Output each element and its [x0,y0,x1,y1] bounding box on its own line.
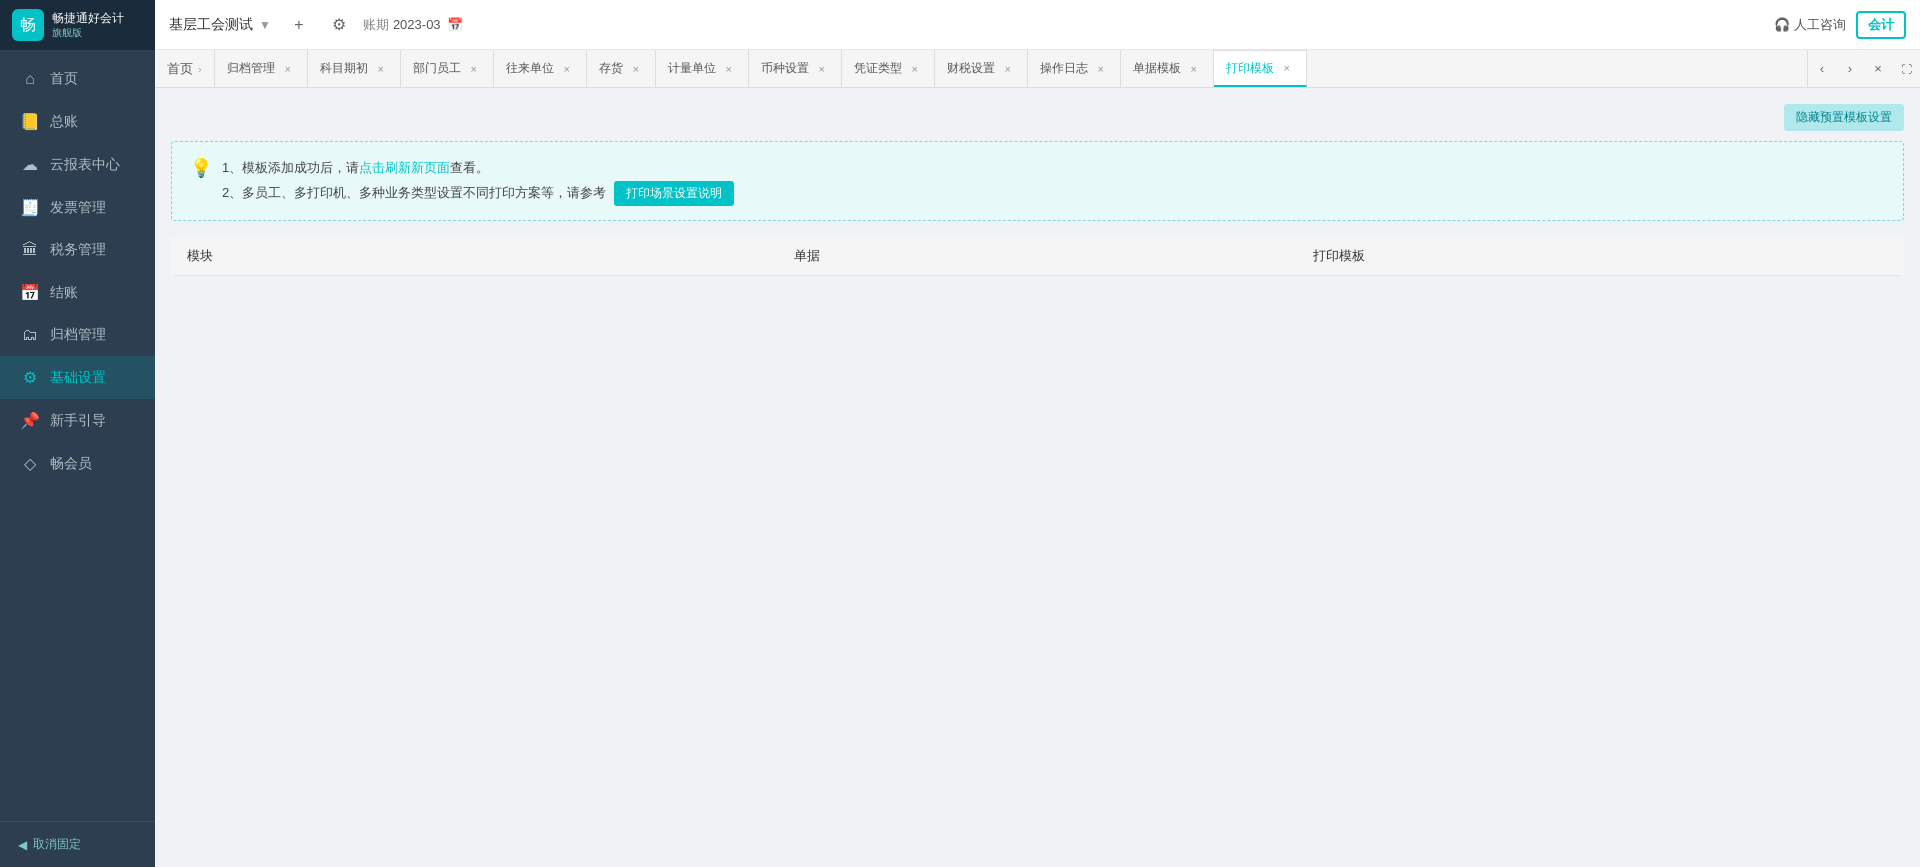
tab-close-all[interactable]: × [1864,50,1892,88]
add-tab-button[interactable]: + [285,11,313,39]
topbar-right: 🎧 人工咨询 会计 [1774,11,1906,39]
tab-inventory-close[interactable]: × [629,62,643,76]
refresh-link[interactable]: 点击刷新新页面 [359,160,450,175]
archive-icon: 🗂 [20,326,40,344]
tab-nav-prev[interactable]: ‹ [1808,50,1836,88]
app-logo-icon: 畅 [12,9,44,41]
tab-operation-log-close[interactable]: × [1094,62,1108,76]
table-header-template: 打印模板 [1297,237,1904,276]
table-header: 模块 单据 打印模板 [171,237,1904,276]
settings-button[interactable]: ⚙ [325,11,353,39]
sidebar-item-closing[interactable]: 📅 结账 [0,271,155,314]
home-icon: ⌂ [20,70,40,88]
closing-icon: 📅 [20,283,40,302]
lightbulb-icon: 💡 [190,157,212,179]
tab-voucher-type[interactable]: 凭证类型 × [842,50,935,87]
hide-template-button[interactable]: 隐藏预置模板设置 [1784,104,1904,131]
hide-template-btn-container: 隐藏预置模板设置 [171,104,1904,131]
period-display: 账期 2023-03 📅 [363,16,463,34]
tab-unit-close[interactable]: × [722,62,736,76]
info-box-text: 1、模板添加成功后，请点击刷新新页面查看。 2、多员工、多打印机、多种业务类型设… [222,156,734,206]
sidebar-item-invoices[interactable]: 🧾 发票管理 [0,186,155,229]
calendar-icon[interactable]: 📅 [447,17,463,32]
tab-inventory[interactable]: 存货 × [587,50,656,87]
tab-partner[interactable]: 往来单位 × [494,50,587,87]
settings-icon: ⚙ [20,368,40,387]
sidebar-unpin-button[interactable]: ◀ 取消固定 [0,821,155,867]
sidebar-nav: ⌂ 首页 📒 总账 ☁ 云报表中心 🧾 发票管理 🏛 税务管理 📅 结账 🗂 归… [0,50,155,821]
ledger-icon: 📒 [20,112,40,131]
cloud-icon: ☁ [20,155,40,174]
info-line-1: 1、模板添加成功后，请点击刷新新页面查看。 [222,156,734,181]
sidebar-item-archive[interactable]: 🗂 归档管理 [0,314,155,356]
sidebar-logo: 畅 畅捷通好会计 旗舰版 [0,0,155,50]
tab-subject[interactable]: 科目期初 × [308,50,401,87]
topbar-actions: + ⚙ [285,11,353,39]
tab-home[interactable]: 首页 › [155,50,215,87]
tab-dept[interactable]: 部门员工 × [401,50,494,87]
tab-voucher-type-close[interactable]: × [908,62,922,76]
table-header-module: 模块 [171,237,778,276]
sidebar-item-settings[interactable]: ⚙ 基础设置 [0,356,155,399]
tab-tax-settings-close[interactable]: × [1001,62,1015,76]
headset-icon: 🎧 [1774,17,1790,32]
tab-single-form-close[interactable]: × [1187,62,1201,76]
sidebar-item-reports[interactable]: ☁ 云报表中心 [0,143,155,186]
tab-currency[interactable]: 币种设置 × [749,50,842,87]
org-name: 基层工会测试 [169,16,253,34]
tab-single-form[interactable]: 单据模板 × [1121,50,1214,87]
info-box: 💡 1、模板添加成功后，请点击刷新新页面查看。 2、多员工、多打印机、多种业务类… [171,141,1904,221]
invoice-icon: 🧾 [20,198,40,217]
tab-unit[interactable]: 计量单位 × [656,50,749,87]
sidebar-item-tax[interactable]: 🏛 税务管理 [0,229,155,271]
content-area: 隐藏预置模板设置 💡 1、模板添加成功后，请点击刷新新页面查看。 2、多员工、多… [155,88,1920,867]
period-value: 2023-03 [393,17,441,32]
org-selector[interactable]: 基层工会测试 ▼ [169,16,271,34]
tab-print-template[interactable]: 打印模板 × [1214,50,1307,87]
tabbar: 首页 › 归档管理 × 科目期初 × 部门员工 × 往来单位 × 存货 × 计量… [155,50,1920,88]
sidebar-item-ledger[interactable]: 📒 总账 [0,100,155,143]
guide-icon: 📌 [20,411,40,430]
print-template-table: 模块 单据 打印模板 [171,237,1904,276]
info-line-2: 2、多员工、多打印机、多种业务类型设置不同打印方案等，请参考 打印场景设置说明 [222,181,734,206]
tab-dept-close[interactable]: × [467,62,481,76]
tax-icon: 🏛 [20,241,40,259]
period-label: 账期 [363,16,389,34]
member-icon: ◇ [20,454,40,473]
tab-subject-close[interactable]: × [374,62,388,76]
tab-nav-next[interactable]: › [1836,50,1864,88]
tab-home-arrow: › [198,63,202,75]
kuaiji-button[interactable]: 会计 [1856,11,1906,39]
print-scene-help-button[interactable]: 打印场景设置说明 [614,181,734,206]
tab-nav-arrows: ‹ › × ⛶ [1807,50,1920,87]
tab-currency-close[interactable]: × [815,62,829,76]
tab-print-template-close[interactable]: × [1280,61,1294,75]
unpin-icon: ◀ [18,838,27,852]
sidebar-item-member[interactable]: ◇ 畅会员 [0,442,155,485]
sidebar: 畅 畅捷通好会计 旗舰版 ⌂ 首页 📒 总账 ☁ 云报表中心 🧾 发票管理 🏛 … [0,0,155,867]
tab-operation-log[interactable]: 操作日志 × [1028,50,1121,87]
sidebar-logo-text: 畅捷通好会计 旗舰版 [52,10,124,41]
org-arrow-icon: ▼ [259,18,271,32]
main-area: 基层工会测试 ▼ + ⚙ 账期 2023-03 📅 🎧 人工咨询 会计 首页 ›… [155,0,1920,867]
tab-archive-mgmt[interactable]: 归档管理 × [215,50,308,87]
sidebar-item-guide[interactable]: 📌 新手引导 [0,399,155,442]
tab-tax-settings[interactable]: 财税设置 × [935,50,1028,87]
tab-maximize[interactable]: ⛶ [1892,50,1920,88]
sidebar-item-home[interactable]: ⌂ 首页 [0,58,155,100]
tab-archive-mgmt-close[interactable]: × [281,62,295,76]
support-button[interactable]: 🎧 人工咨询 [1774,16,1846,34]
topbar: 基层工会测试 ▼ + ⚙ 账期 2023-03 📅 🎧 人工咨询 会计 [155,0,1920,50]
tab-partner-close[interactable]: × [560,62,574,76]
table-header-voucher: 单据 [778,237,1298,276]
